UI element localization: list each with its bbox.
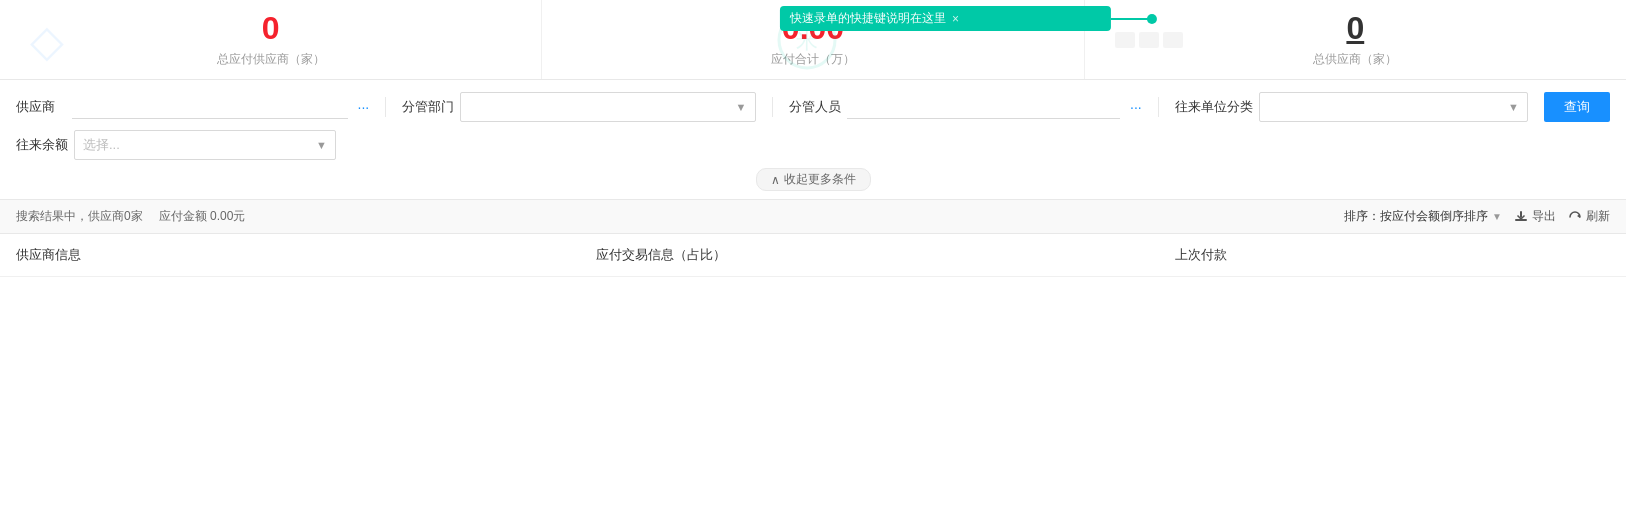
department-chevron: ▼ xyxy=(736,101,747,113)
supplier-label: 供应商 xyxy=(16,98,66,116)
person-filter: 分管人员 ··· xyxy=(789,95,1142,119)
filter-row-2: 往来余额 选择... ▼ xyxy=(16,130,336,160)
refresh-btn[interactable]: 刷新 xyxy=(1568,208,1610,225)
collapse-row: ∧ 收起更多条件 xyxy=(16,168,1610,191)
person-label: 分管人员 xyxy=(789,98,841,116)
sort-chevron: ▼ xyxy=(1492,211,1502,222)
person-input[interactable] xyxy=(847,95,1121,119)
results-summary: 搜索结果中，供应商0家 应付金额 0.00元 xyxy=(16,208,245,225)
stats-bar: ◇ 0 总应付供应商（家） 米 0.00 应付合计（万） 快速录单的快捷键说明在… xyxy=(0,0,1626,80)
supplier-bg-icon: ◇ xyxy=(30,14,64,65)
department-filter: 分管部门 ▼ xyxy=(402,92,755,122)
stat-total-suppliers: 0 总供应商（家） xyxy=(1085,0,1626,79)
summary-amount: 应付金额 0.00元 xyxy=(159,208,246,225)
category-label: 往来单位分类 xyxy=(1175,98,1253,116)
svg-marker-4 xyxy=(1577,214,1580,218)
person-dots-btn[interactable]: ··· xyxy=(1130,99,1142,115)
supplier-filter: 供应商 ··· xyxy=(16,95,369,119)
collapse-icon: ∧ xyxy=(771,173,780,187)
collapse-label: 收起更多条件 xyxy=(784,171,856,188)
collapse-btn[interactable]: ∧ 收起更多条件 xyxy=(756,168,871,191)
export-label: 导出 xyxy=(1532,208,1556,225)
balance-chevron: ▼ xyxy=(316,139,327,151)
svg-rect-3 xyxy=(1520,211,1522,218)
balance-placeholder: 选择... xyxy=(83,136,120,154)
col-supplier-header: 供应商信息 xyxy=(16,246,596,264)
refresh-icon xyxy=(1568,210,1582,224)
divider-3 xyxy=(1158,97,1159,117)
stat-total-payable-suppliers: ◇ 0 总应付供应商（家） xyxy=(0,0,542,79)
table-body xyxy=(0,277,1626,515)
col-payable-header: 应付交易信息（占比） xyxy=(596,246,1176,264)
results-bar: 搜索结果中，供应商0家 应付金额 0.00元 排序：按应付会额倒序排序 ▼ 导出… xyxy=(0,200,1626,234)
tooltip-close-btn[interactable]: × xyxy=(952,12,959,26)
export-icon xyxy=(1514,210,1528,224)
results-actions: 排序：按应付会额倒序排序 ▼ 导出 刷新 xyxy=(1344,208,1610,225)
balance-filter: 往来余额 选择... ▼ xyxy=(16,130,336,160)
total-suppliers-label: 总供应商（家） xyxy=(1313,51,1397,68)
stat-payable-total: 米 0.00 应付合计（万） 快速录单的快捷键说明在这里 × xyxy=(542,0,1084,79)
supplier-dots-btn[interactable]: ··· xyxy=(358,99,370,115)
sort-label: 排序：按应付会额倒序排序 xyxy=(1344,208,1488,225)
tooltip-dot xyxy=(1147,14,1157,24)
category-chevron: ▼ xyxy=(1508,101,1519,113)
filter-section: 供应商 ··· 分管部门 ▼ 分管人员 ··· 往来单位分类 ▼ xyxy=(0,80,1626,200)
category-select[interactable]: ▼ xyxy=(1259,92,1528,122)
svg-text:米: 米 xyxy=(796,28,818,53)
total-payable-suppliers-number: 0 xyxy=(262,11,280,46)
export-btn[interactable]: 导出 xyxy=(1514,208,1556,225)
tooltip-text: 快速录单的快捷键说明在这里 xyxy=(790,10,946,27)
query-button[interactable]: 查询 xyxy=(1544,92,1610,122)
col-lastpay-header: 上次付款 xyxy=(1175,246,1610,264)
category-filter: 往来单位分类 ▼ xyxy=(1175,92,1528,122)
total-suppliers-number: 0 xyxy=(1346,11,1364,46)
placeholder-boxes xyxy=(1115,32,1183,48)
divider-1 xyxy=(385,97,386,117)
table-header: 供应商信息 应付交易信息（占比） 上次付款 xyxy=(0,234,1626,277)
filter-row-1: 供应商 ··· 分管部门 ▼ 分管人员 ··· 往来单位分类 ▼ xyxy=(16,92,1610,122)
quick-entry-tooltip: 快速录单的快捷键说明在这里 × xyxy=(780,6,1111,31)
divider-2 xyxy=(772,97,773,117)
total-payable-suppliers-label: 总应付供应商（家） xyxy=(217,51,325,68)
balance-select[interactable]: 选择... ▼ xyxy=(74,130,336,160)
refresh-label: 刷新 xyxy=(1586,208,1610,225)
supplier-input[interactable] xyxy=(72,95,348,119)
balance-label: 往来余额 xyxy=(16,136,68,154)
sort-selector[interactable]: 排序：按应付会额倒序排序 ▼ xyxy=(1344,208,1502,225)
department-label: 分管部门 xyxy=(402,98,454,116)
department-select[interactable]: ▼ xyxy=(460,92,755,122)
summary-supplier: 搜索结果中，供应商0家 xyxy=(16,208,143,225)
